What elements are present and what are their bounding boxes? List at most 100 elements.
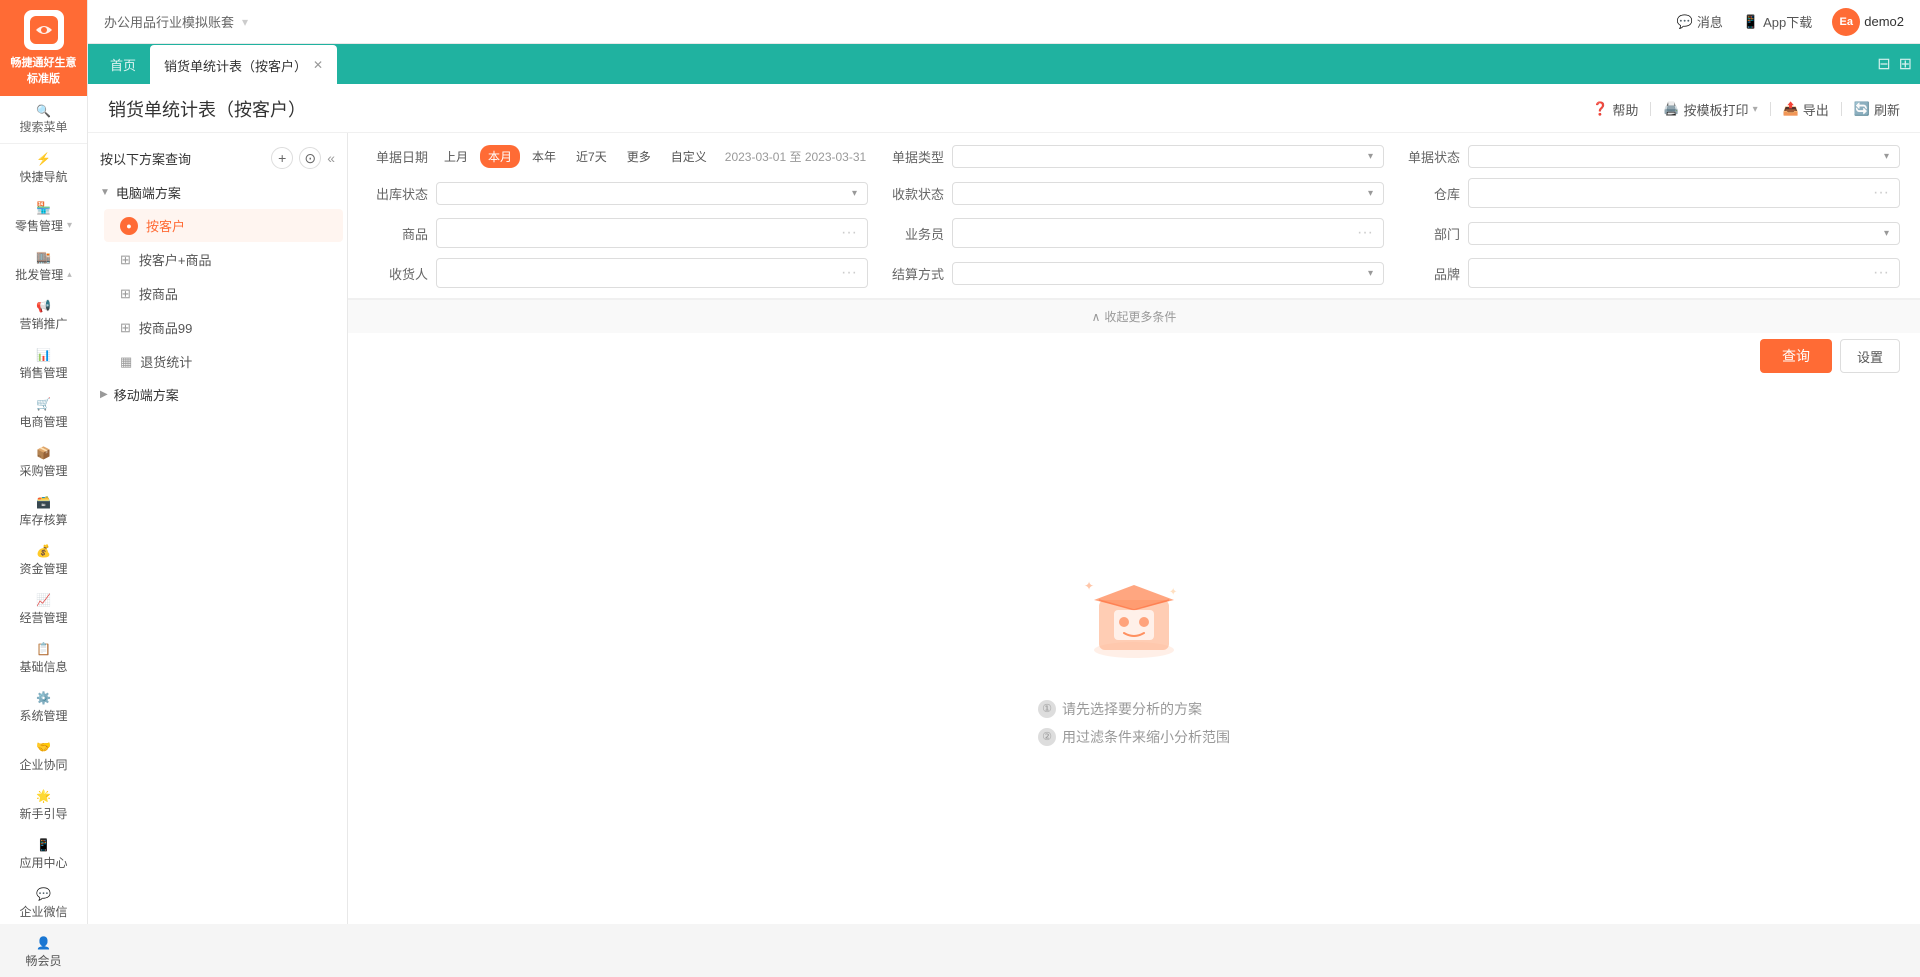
sidebar-item-inventory[interactable]: 🗃️ 库存核算: [0, 487, 87, 536]
empty-state: ✦ ✦ ① 请先选择要分析的方案: [348, 381, 1920, 924]
scheme-item-by-customer[interactable]: ● 按客户: [104, 209, 343, 242]
user-name: demo2: [1864, 14, 1904, 29]
sidebar-item-wholesale[interactable]: 🏬 批发管理 ▴: [0, 242, 87, 291]
date-tab-last-7[interactable]: 近7天: [568, 145, 615, 168]
consignee-dots[interactable]: ···: [841, 264, 857, 282]
warehouse-dots[interactable]: ···: [1873, 184, 1889, 202]
scheme-category-desktop-header[interactable]: ▼ 电脑端方案: [88, 177, 347, 208]
scheme-category-mobile: ▶ 移动端方案: [88, 379, 347, 410]
shortcut-icon: ⚡: [36, 152, 51, 166]
goods-input[interactable]: ···: [436, 218, 868, 248]
staff-input[interactable]: ···: [952, 218, 1384, 248]
payment-label: 结算方式: [884, 264, 944, 283]
sidebar-item-ecommerce[interactable]: 🛒 电商管理: [0, 389, 87, 438]
date-tab-more[interactable]: 更多: [619, 145, 659, 168]
tab-home[interactable]: 首页: [96, 44, 150, 84]
sidebar-item-operation[interactable]: 📈 经营管理: [0, 585, 87, 634]
scheme-header-actions: + ⊙ «: [271, 147, 335, 169]
doc-status-dropdown[interactable]: ▾: [1468, 145, 1900, 168]
date-tab-last-month[interactable]: 上月: [436, 145, 476, 168]
collapse-row[interactable]: ∧ 收起更多条件: [348, 299, 1920, 333]
sidebar-item-wechat[interactable]: 💬 企业微信: [0, 879, 87, 928]
sidebar-item-basic[interactable]: 📋 基础信息: [0, 634, 87, 683]
category-name-mobile: 移动端方案: [114, 385, 335, 404]
scheme-edit-btn[interactable]: ⊙: [299, 147, 321, 169]
print-btn[interactable]: 🖨️ 按模板打印 ▾: [1663, 100, 1757, 119]
scheme-item-by-goods[interactable]: ⊞ 按商品: [104, 277, 343, 310]
doc-type-dropdown[interactable]: ▾: [952, 145, 1384, 168]
tip-text-1: 请先选择要分析的方案: [1062, 695, 1202, 723]
date-tab-this-month[interactable]: 本月: [480, 145, 520, 168]
message-btn[interactable]: 💬 消息: [1677, 12, 1723, 31]
filter-cell-receipt-status: 收款状态 ▾: [884, 182, 1384, 205]
item-label-by-customer-goods: 按客户+商品: [139, 250, 212, 269]
dept-arrow: ▾: [1884, 228, 1889, 239]
setting-button[interactable]: 设置: [1840, 339, 1900, 373]
divider-2: [1770, 102, 1771, 116]
content-body: 按以下方案查询 + ⊙ « ▼ 电脑端方案 ●: [88, 133, 1920, 924]
category-arrow-desktop: ▼: [100, 187, 110, 198]
warehouse-input[interactable]: ···: [1468, 178, 1900, 208]
breadcrumb-arrow[interactable]: ▾: [242, 15, 248, 29]
consignee-label: 收货人: [368, 264, 428, 283]
wechat-icon: 💬: [36, 887, 51, 901]
sidebar-item-member[interactable]: 👤 畅会员: [0, 928, 87, 977]
sidebar-item-marketing[interactable]: 📢 营销推广: [0, 291, 87, 340]
export-icon: 📤: [1783, 101, 1799, 117]
marketing-icon: 📢: [36, 299, 51, 313]
date-tab-this-year[interactable]: 本年: [524, 145, 564, 168]
doc-type-arrow: ▾: [1368, 151, 1373, 162]
user-profile[interactable]: Ea demo2: [1832, 8, 1904, 36]
receipt-status-dropdown[interactable]: ▾: [952, 182, 1384, 205]
export-btn[interactable]: 📤 导出: [1783, 100, 1829, 119]
scheme-category-mobile-header[interactable]: ▶ 移动端方案: [88, 379, 347, 410]
payment-dropdown[interactable]: ▾: [952, 262, 1384, 285]
out-status-dropdown[interactable]: ▾: [436, 182, 868, 205]
goods-dots[interactable]: ···: [841, 224, 857, 242]
dept-dropdown[interactable]: ▾: [1468, 222, 1900, 245]
sidebar-item-system[interactable]: ⚙️ 系统管理: [0, 683, 87, 732]
tab-sales-stat[interactable]: 销货单统计表（按客户） ✕: [150, 45, 337, 85]
sidebar-item-purchase[interactable]: 📦 采购管理: [0, 438, 87, 487]
refresh-btn[interactable]: 🔄 刷新: [1854, 100, 1900, 119]
query-button[interactable]: 查询: [1760, 339, 1832, 373]
item-icon-by-goods-99: ⊞: [120, 320, 131, 336]
scheme-panel: 按以下方案查询 + ⊙ « ▼ 电脑端方案 ●: [88, 133, 348, 924]
sidebar-item-sales[interactable]: 📊 销售管理: [0, 340, 87, 389]
scheme-item-by-customer-goods[interactable]: ⊞ 按客户+商品: [104, 243, 343, 276]
date-tab-custom[interactable]: 自定义: [663, 145, 715, 168]
purchase-icon: 📦: [36, 446, 51, 460]
doc-status-label: 单据状态: [1400, 147, 1460, 166]
item-label-return-stat: 退货统计: [140, 352, 192, 371]
sidebar-search[interactable]: 🔍 搜索菜单: [0, 96, 87, 144]
print-icon: 🖨️: [1663, 101, 1679, 117]
item-label-by-goods: 按商品: [139, 284, 178, 303]
sidebar-item-finance[interactable]: 💰 资金管理: [0, 536, 87, 585]
app-download-btn[interactable]: 📱 App下载: [1743, 12, 1812, 31]
logo-subtext: 标准版: [27, 70, 60, 86]
sidebar-item-shortcut[interactable]: ⚡ 快捷导航: [0, 144, 87, 193]
basic-icon: 📋: [36, 642, 51, 656]
scheme-item-by-goods-99[interactable]: ⊞ 按商品99: [104, 311, 343, 344]
retail-icon: 🏪: [36, 201, 51, 215]
brand-input[interactable]: ···: [1468, 258, 1900, 288]
sidebar-item-apps[interactable]: 📱 应用中心: [0, 830, 87, 879]
tab-maximize-btn[interactable]: ⊞: [1899, 54, 1912, 74]
sidebar-item-retail[interactable]: 🏪 零售管理 ▾: [0, 193, 87, 242]
scheme-add-btn[interactable]: +: [271, 147, 293, 169]
scheme-collapse-btn[interactable]: «: [327, 150, 335, 166]
tab-minimize-btn[interactable]: ⊟: [1877, 54, 1890, 74]
scheme-item-return-stat[interactable]: ▦ 退货统计: [104, 345, 343, 378]
item-icon-by-customer-goods: ⊞: [120, 252, 131, 268]
staff-dots[interactable]: ···: [1357, 224, 1373, 242]
system-icon: ⚙️: [36, 691, 51, 705]
help-btn[interactable]: ❓ 帮助: [1592, 100, 1638, 119]
sidebar-item-enterprise[interactable]: 🤝 企业协同: [0, 732, 87, 781]
empty-tip-1: ① 请先选择要分析的方案: [1038, 695, 1230, 723]
consignee-input[interactable]: ···: [436, 258, 868, 288]
date-label: 单据日期: [368, 147, 428, 166]
brand-dots[interactable]: ···: [1873, 264, 1889, 282]
app-logo[interactable]: 畅捷通好生意 标准版: [0, 0, 87, 96]
sidebar-item-guide[interactable]: 🌟 新手引导: [0, 781, 87, 830]
tab-close-btn[interactable]: ✕: [313, 58, 323, 72]
